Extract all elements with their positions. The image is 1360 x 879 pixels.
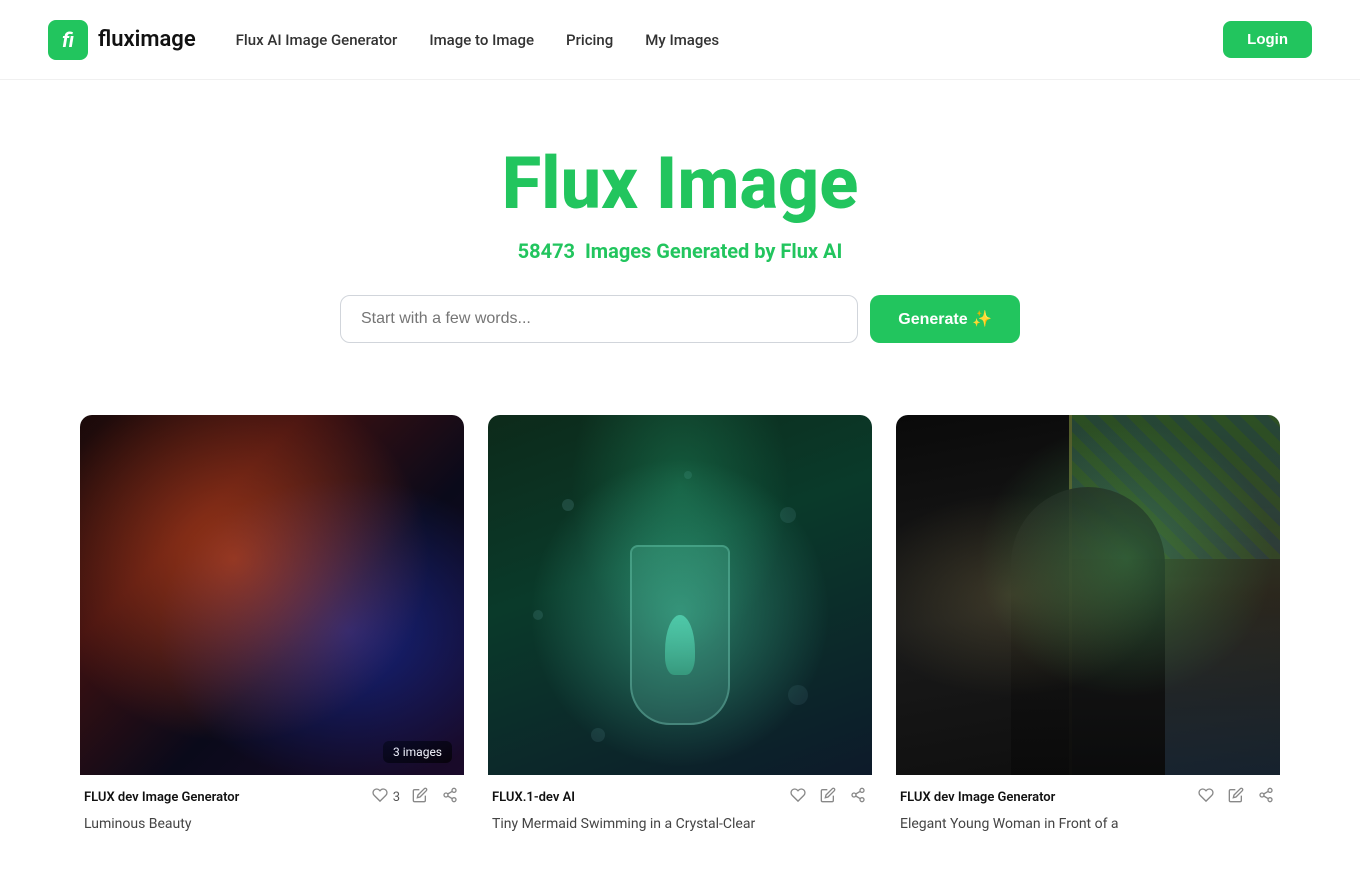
hero-section: Flux Image 58473 Images Generated by Flu… (0, 80, 1360, 391)
card-source-2: FLUX.1-dev AI (492, 790, 575, 805)
share-icon-3 (1258, 787, 1274, 803)
card-badge-1: 3 images (383, 741, 452, 763)
heart-icon-1 (372, 787, 388, 803)
card-source-1: FLUX dev Image Generator (84, 790, 239, 805)
hero-search-bar: Generate ✨ (340, 295, 1020, 343)
heart-icon-3 (1198, 787, 1214, 803)
hero-title: Flux Image (20, 144, 1340, 223)
nav-left: fi fluximage Flux AI Image Generator Ima… (48, 20, 719, 60)
share-icon-1 (442, 787, 458, 803)
login-button[interactable]: Login (1223, 21, 1312, 58)
navbar: fi fluximage Flux AI Image Generator Ima… (0, 0, 1360, 80)
card-top-3: FLUX dev Image Generator (900, 785, 1276, 809)
nav-link-flux-ai[interactable]: Flux AI Image Generator (236, 31, 398, 49)
person-silhouette (1011, 487, 1165, 775)
image-gallery: 3 images FLUX dev Image Generator 3 (0, 391, 1360, 879)
gallery-card-2: FLUX.1-dev AI (488, 415, 872, 839)
nav-links: Flux AI Image Generator Image to Image P… (236, 31, 719, 49)
edit-icon-2 (820, 787, 836, 803)
card-top-1: FLUX dev Image Generator 3 (84, 785, 460, 809)
hero-count: 58473 (518, 239, 575, 263)
edit-icon-3 (1228, 787, 1244, 803)
mermaid-figure (665, 615, 695, 675)
logo-link[interactable]: fi fluximage (48, 20, 196, 60)
edit-button-1[interactable] (410, 785, 430, 809)
hero-subtitle: 58473 Images Generated by Flux AI (20, 239, 1340, 263)
nav-link-pricing[interactable]: Pricing (566, 31, 613, 49)
like-button-2[interactable] (788, 785, 808, 809)
nav-link-my-images[interactable]: My Images (645, 31, 719, 49)
card-image-2 (488, 415, 872, 775)
card-meta-1: FLUX dev Image Generator 3 (80, 775, 464, 839)
share-button-2[interactable] (848, 785, 868, 809)
hero-subtitle-suffix: Images Generated by Flux AI (585, 239, 842, 263)
card-actions-1: 3 (370, 785, 460, 809)
logo-icon: fi (48, 20, 88, 60)
like-count-1: 3 (393, 790, 400, 805)
edit-button-2[interactable] (818, 785, 838, 809)
card-meta-3: FLUX dev Image Generator (896, 775, 1280, 839)
share-button-1[interactable] (440, 785, 460, 809)
logo-text: fluximage (98, 27, 196, 52)
like-group-1: 3 (370, 785, 400, 809)
card-actions-3 (1196, 785, 1276, 809)
card-meta-2: FLUX.1-dev AI (488, 775, 872, 839)
decoration-svg-2 (488, 415, 872, 775)
card-actions-2 (788, 785, 868, 809)
card-source-3: FLUX dev Image Generator (900, 790, 1055, 805)
card-image-3 (896, 415, 1280, 775)
generate-button[interactable]: Generate ✨ (870, 295, 1020, 343)
nav-link-image-to-image[interactable]: Image to Image (429, 31, 534, 49)
like-button-3[interactable] (1196, 785, 1216, 809)
prompt-input[interactable] (340, 295, 858, 343)
gallery-card-1: 3 images FLUX dev Image Generator 3 (80, 415, 464, 839)
like-button-1[interactable] (370, 785, 390, 809)
card-image-1: 3 images (80, 415, 464, 775)
glass-shape (630, 545, 730, 725)
card-title-3: Elegant Young Woman in Front of a (900, 815, 1276, 835)
card-title-2: Tiny Mermaid Swimming in a Crystal-Clear (492, 815, 868, 835)
share-icon-2 (850, 787, 866, 803)
heart-icon-2 (790, 787, 806, 803)
card-title-1: Luminous Beauty (84, 815, 460, 835)
edit-icon-1 (412, 787, 428, 803)
card-top-2: FLUX.1-dev AI (492, 785, 868, 809)
share-button-3[interactable] (1256, 785, 1276, 809)
edit-button-3[interactable] (1226, 785, 1246, 809)
stained-glass-right (1069, 415, 1280, 775)
gallery-card-3: FLUX dev Image Generator (896, 415, 1280, 839)
